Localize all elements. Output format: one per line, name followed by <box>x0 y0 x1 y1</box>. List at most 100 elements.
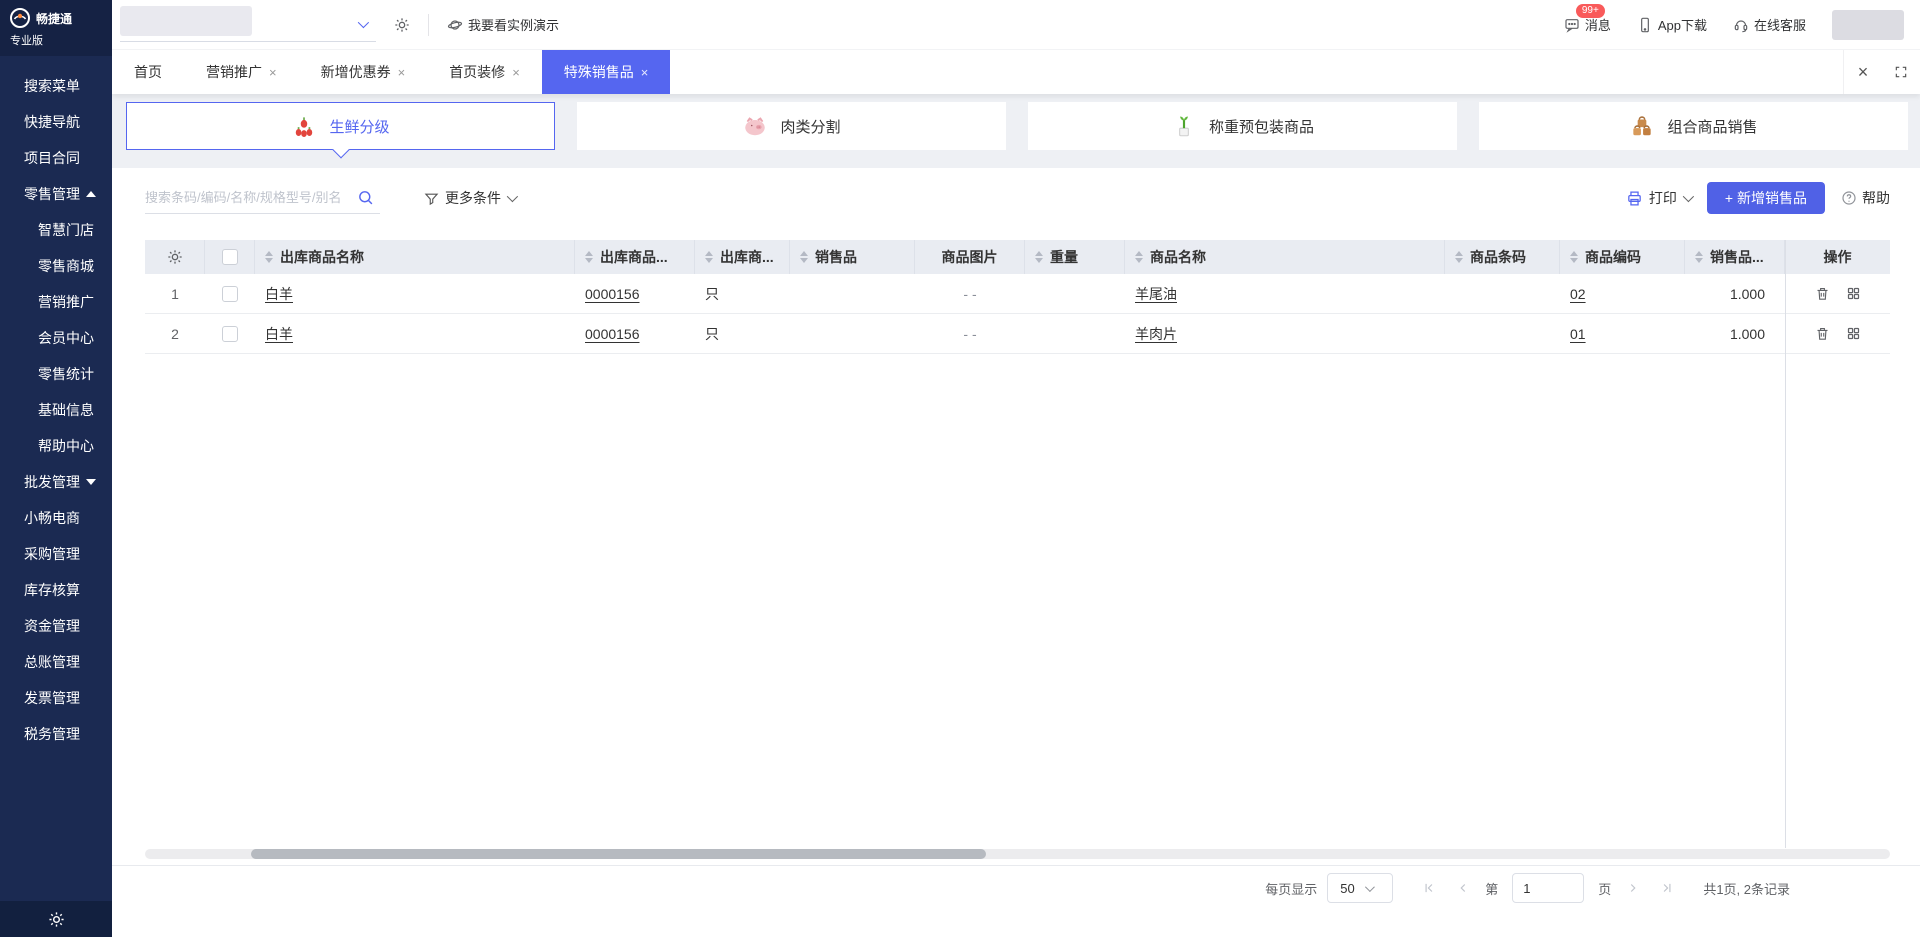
close-icon[interactable] <box>398 65 406 80</box>
phone-icon <box>1640 17 1649 32</box>
detail-grid-icon[interactable] <box>1846 326 1861 341</box>
search-box <box>145 182 380 214</box>
sidebar-item-general-ledger[interactable]: 总账管理 <box>0 644 112 680</box>
sidebar-item-xiaochang-ecommerce[interactable]: 小畅电商 <box>0 500 112 536</box>
trash-icon[interactable] <box>1815 326 1830 341</box>
sidebar-item-project-contract[interactable]: 项目合同 <box>0 140 112 176</box>
card-fresh-grading[interactable]: 生鲜分级 <box>126 102 555 159</box>
sort-icons[interactable] <box>1035 251 1043 263</box>
sort-icons[interactable] <box>585 251 593 263</box>
help-button[interactable]: 帮助 <box>1841 188 1890 208</box>
demo-link[interactable]: 我要看实例演示 <box>447 15 559 34</box>
sort-icons[interactable] <box>1695 251 1703 263</box>
sidebar-item-help-center[interactable]: 帮助中心 <box>0 428 112 464</box>
header-outbound-item-code[interactable]: 出库商品... <box>575 240 695 274</box>
header-product-code[interactable]: 商品编码 <box>1560 240 1685 274</box>
select-all-checkbox[interactable] <box>221 249 238 265</box>
last-page-button[interactable] <box>1655 876 1679 900</box>
print-button[interactable]: 打印 <box>1626 188 1694 208</box>
cell-sales-qty: 1.000 <box>1729 285 1765 302</box>
redacted-account-name <box>120 6 252 36</box>
header-outbound-unit[interactable]: 出库商... <box>695 240 790 274</box>
tab-marketing[interactable]: 营销推广 <box>184 50 299 94</box>
tab-homepage-decor[interactable]: 首页装修 <box>427 50 542 94</box>
close-icon[interactable] <box>512 65 520 80</box>
product-code-link[interactable]: 01 <box>1570 326 1586 342</box>
search-input[interactable] <box>145 190 351 205</box>
trash-icon[interactable] <box>1815 286 1830 301</box>
header-outbound-item-name[interactable]: 出库商品名称 <box>255 240 575 274</box>
sidebar-item-wholesale-management[interactable]: 批发管理 <box>0 464 112 500</box>
product-code-link[interactable]: 02 <box>1570 286 1586 302</box>
sprout-icon <box>1179 116 1189 137</box>
messages-button[interactable]: 99+ 消息 <box>1564 4 1611 34</box>
sort-icons[interactable] <box>1455 251 1463 263</box>
product-name-link[interactable]: 羊尾油 <box>1135 284 1177 304</box>
horizontal-scrollbar[interactable] <box>145 849 1890 859</box>
sidebar-item-smart-store[interactable]: 智慧门店 <box>0 212 112 248</box>
header-weight[interactable]: 重量 <box>1025 240 1125 274</box>
cell-sales-item <box>790 314 915 353</box>
next-page-button[interactable] <box>1621 876 1645 900</box>
card-combo-sales[interactable]: 组合商品销售 <box>1479 102 1908 150</box>
add-sales-item-button[interactable]: + 新增销售品 <box>1706 182 1825 214</box>
chevron-left-icon <box>1460 884 1466 892</box>
sidebar-item-marketing[interactable]: 营销推广 <box>0 284 112 320</box>
sidebar-item-retail-management[interactable]: 零售管理 <box>0 176 112 212</box>
account-selector[interactable] <box>120 6 376 42</box>
sort-icons[interactable] <box>705 251 713 263</box>
column-settings-button[interactable] <box>145 240 205 274</box>
sort-icons[interactable] <box>1570 251 1578 263</box>
header-sales-item-qty[interactable]: 销售品... <box>1685 240 1785 274</box>
sort-icons[interactable] <box>1135 251 1143 263</box>
outbound-code-link[interactable]: 0000156 <box>585 326 640 342</box>
card-meat-cutting[interactable]: 肉类分割 <box>577 102 1006 150</box>
sidebar-item-retail-mall[interactable]: 零售商城 <box>0 248 112 284</box>
online-service-button[interactable]: 在线客服 <box>1733 15 1806 34</box>
sidebar-item-inventory-accounting[interactable]: 库存核算 <box>0 572 112 608</box>
tab-home[interactable]: 首页 <box>112 50 184 94</box>
sidebar-item-purchase-management[interactable]: 采购管理 <box>0 536 112 572</box>
sidebar-item-quick-nav[interactable]: 快捷导航 <box>0 104 112 140</box>
sort-icons[interactable] <box>265 251 273 263</box>
settings-button[interactable] <box>394 17 410 33</box>
cell-product-code: 01 <box>1560 314 1685 353</box>
sort-icons[interactable] <box>800 251 808 263</box>
fullscreen-button[interactable] <box>1882 50 1920 94</box>
row-checkbox[interactable] <box>222 285 238 302</box>
header-product-name[interactable]: 商品名称 <box>1125 240 1445 274</box>
sidebar-item-tax-management[interactable]: 税务管理 <box>0 716 112 752</box>
tab-new-coupon[interactable]: 新增优惠券 <box>299 50 428 94</box>
sidebar-item-search-menu[interactable]: 搜索菜单 <box>0 68 112 104</box>
tab-special-sales-items[interactable]: 特殊销售品 <box>541 50 671 94</box>
card-weighed-prepackaged[interactable]: 称重预包装商品 <box>1028 102 1457 150</box>
gear-icon <box>167 250 182 264</box>
page-number-input[interactable] <box>1512 873 1585 903</box>
header-product-barcode[interactable]: 商品条码 <box>1445 240 1560 274</box>
sidebar-item-invoice-management[interactable]: 发票管理 <box>0 680 112 716</box>
first-page-button[interactable] <box>1417 876 1441 900</box>
sidebar-item-member-center[interactable]: 会员中心 <box>0 320 112 356</box>
redacted-user-info[interactable] <box>1832 9 1904 40</box>
sidebar-settings-button[interactable] <box>0 901 112 937</box>
search-icon[interactable] <box>357 189 374 206</box>
more-filters-button[interactable]: 更多条件 <box>424 188 519 208</box>
outbound-item-link[interactable]: 白羊 <box>265 284 293 304</box>
per-page-select[interactable]: 50 <box>1327 873 1394 903</box>
close-all-tabs-button[interactable] <box>1844 50 1882 94</box>
scrollbar-thumb[interactable] <box>251 849 986 859</box>
app-download-button[interactable]: App下载 <box>1637 15 1707 34</box>
row-checkbox[interactable] <box>222 325 238 342</box>
close-icon[interactable] <box>269 65 277 80</box>
sidebar-item-retail-stats[interactable]: 零售统计 <box>0 356 112 392</box>
header-sales-item[interactable]: 销售品 <box>790 240 915 274</box>
outbound-code-link[interactable]: 0000156 <box>585 286 640 302</box>
prev-page-button[interactable] <box>1451 876 1475 900</box>
product-name-link[interactable]: 羊肉片 <box>1135 324 1177 344</box>
sidebar-item-funds-management[interactable]: 资金管理 <box>0 608 112 644</box>
cell-outbound-item-name: 白羊 <box>255 274 575 313</box>
close-icon[interactable] <box>641 65 649 80</box>
outbound-item-link[interactable]: 白羊 <box>265 324 293 344</box>
detail-grid-icon[interactable] <box>1846 286 1861 301</box>
sidebar-item-basic-info[interactable]: 基础信息 <box>0 392 112 428</box>
